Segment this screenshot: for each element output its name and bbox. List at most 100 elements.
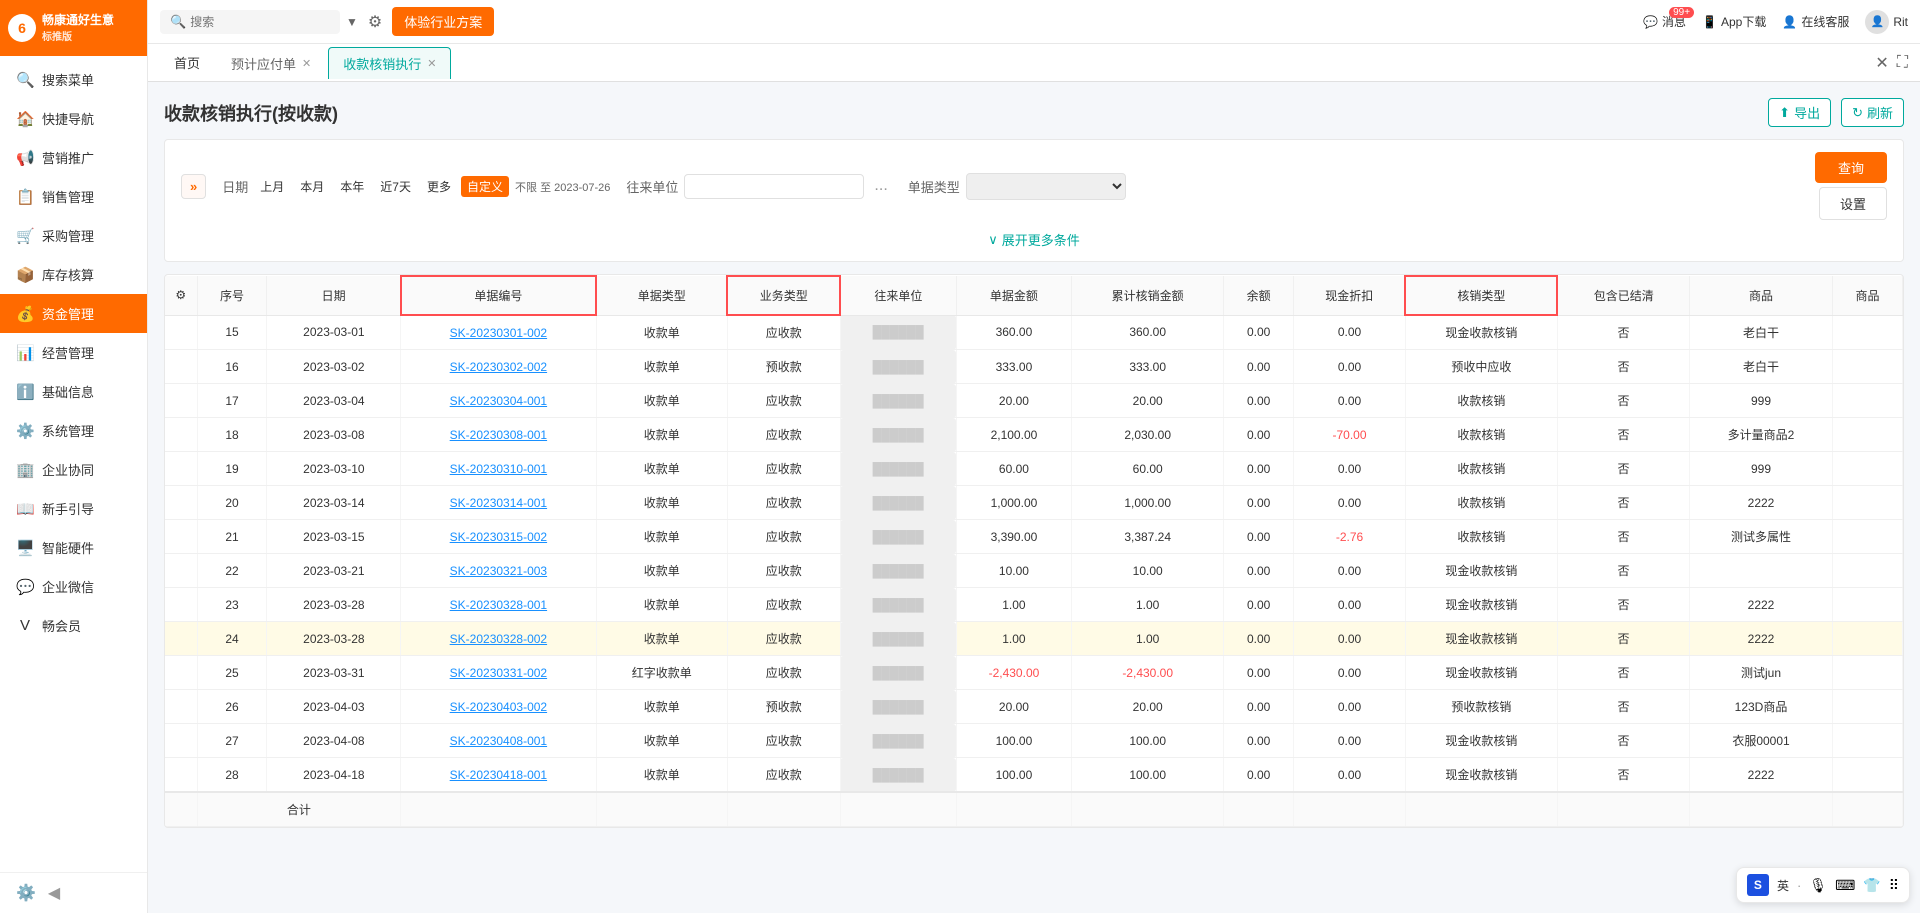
table-cell: 收款核销 xyxy=(1405,384,1557,418)
float-bar-dot: · xyxy=(1797,878,1801,893)
table-cell xyxy=(165,384,197,418)
col-header-settings[interactable]: ⚙ xyxy=(165,276,197,315)
tab-collection[interactable]: 收款核销执行 ✕ xyxy=(328,47,451,79)
table-cell: 收款单 xyxy=(596,315,727,350)
sidebar-item-basic[interactable]: ℹ️ 基础信息 xyxy=(0,372,147,411)
sidebar-item-hardware[interactable]: 🖥️ 智能硬件 xyxy=(0,528,147,567)
table-body: 152023-03-01SK-20230301-002收款单应收款██████3… xyxy=(165,315,1903,792)
table-cell[interactable]: SK-20230331-002 xyxy=(401,656,596,690)
table-cell: 0.00 xyxy=(1294,588,1406,622)
tab-prepayable[interactable]: 预计应付单 ✕ xyxy=(216,47,326,79)
sidebar-item-search[interactable]: 🔍 搜索菜单 xyxy=(0,60,147,99)
sidebar-item-guide[interactable]: 📖 新手引导 xyxy=(0,489,147,528)
table-cell: 衣服00001 xyxy=(1690,724,1833,758)
table-cell[interactable]: SK-20230403-002 xyxy=(401,690,596,724)
table-cell xyxy=(165,315,197,350)
table-cell[interactable]: SK-20230328-001 xyxy=(401,588,596,622)
filter-expand-left-btn[interactable]: » xyxy=(181,174,206,199)
table-cell: 0.00 xyxy=(1294,452,1406,486)
table-cell: 2023-03-28 xyxy=(267,622,401,656)
query-button[interactable]: 查询 xyxy=(1815,152,1887,183)
table-cell: 0.00 xyxy=(1224,384,1294,418)
table-cell[interactable]: SK-20230314-001 xyxy=(401,486,596,520)
filter-date-item: 日期 上月 本月 本年 近7天 更多 自定义 不限 至 2023-07-26 xyxy=(222,176,610,197)
sidebar-item-finance[interactable]: 💰 资金管理 xyxy=(0,294,147,333)
table-cell[interactable]: SK-20230418-001 xyxy=(401,758,596,793)
settings-bottom-icon[interactable]: ⚙️ xyxy=(16,883,36,903)
date-btn-more[interactable]: 更多 xyxy=(421,176,457,197)
table-cell[interactable]: SK-20230308-001 xyxy=(401,418,596,452)
sidebar-item-purchase[interactable]: 🛒 采购管理 xyxy=(0,216,147,255)
float-input-bar[interactable]: S 英 · 🎙 ⌨ 👕 ⠿ xyxy=(1736,867,1910,903)
date-btn-thismonth[interactable]: 本月 xyxy=(294,176,330,197)
footer-partner-cell xyxy=(840,792,956,827)
topbar-online-service[interactable]: 👤 在线客服 xyxy=(1782,13,1849,30)
partner-filter-input[interactable] xyxy=(684,174,864,199)
tab-fullscreen-icon[interactable]: ⛶ xyxy=(1897,54,1908,72)
date-btn-lastmonth[interactable]: 上月 xyxy=(254,176,290,197)
table-cell[interactable]: SK-20230310-001 xyxy=(401,452,596,486)
sidebar-item-operation[interactable]: 📊 经营管理 xyxy=(0,333,147,372)
table-row: 232023-03-28SK-20230328-001收款单应收款██████1… xyxy=(165,588,1903,622)
table-cell: 否 xyxy=(1557,588,1689,622)
float-bar-shirt-icon[interactable]: 👕 xyxy=(1863,877,1880,894)
table-cell: ██████ xyxy=(840,452,956,486)
filter-expand-btn[interactable]: ∨ 展开更多条件 xyxy=(181,224,1887,249)
user-avatar: 👤 xyxy=(1865,10,1889,34)
table-cell xyxy=(1832,486,1902,520)
topbar: 🔍 ▼ ⚙ 体验行业方案 💬 消息 99+ 📱 App下载 👤 在线客服 👤 xyxy=(148,0,1920,44)
table-cell: 2023-03-15 xyxy=(267,520,401,554)
table-cell[interactable]: SK-20230302-002 xyxy=(401,350,596,384)
setting-button[interactable]: 设置 xyxy=(1819,187,1887,220)
float-bar-grid-icon[interactable]: ⠿ xyxy=(1889,877,1899,894)
table-cell: 应收款 xyxy=(727,724,840,758)
sidebar-item-wechat[interactable]: 💬 企业微信 xyxy=(0,567,147,606)
table-settings-icon[interactable]: ⚙ xyxy=(175,288,186,302)
collapse-icon[interactable]: ◀ xyxy=(48,883,60,903)
table-cell xyxy=(1832,452,1902,486)
float-bar-keyboard-icon[interactable]: ⌨ xyxy=(1835,877,1855,894)
industry-solution-button[interactable]: 体验行业方案 xyxy=(392,7,494,36)
sidebar-item-marketing[interactable]: 📢 营销推广 xyxy=(0,138,147,177)
search-input[interactable] xyxy=(190,15,310,29)
tab-prepayable-close[interactable]: ✕ xyxy=(302,57,311,70)
table-cell[interactable]: SK-20230321-003 xyxy=(401,554,596,588)
sidebar-item-member[interactable]: V 畅会员 xyxy=(0,606,147,645)
table-cell: 2023-03-04 xyxy=(267,384,401,418)
topbar-gear-icon[interactable]: ⚙ xyxy=(364,8,386,36)
billtype-filter-select[interactable] xyxy=(966,173,1126,200)
purchase-icon: 🛒 xyxy=(16,227,34,245)
float-bar-mic-icon[interactable]: 🎙 xyxy=(1809,877,1827,894)
col-header-goods2: 商品 xyxy=(1832,276,1902,315)
col-header-total-nuke: 累计核销金额 xyxy=(1072,276,1224,315)
export-button[interactable]: ⬆ 导出 xyxy=(1768,98,1831,127)
table-cell[interactable]: SK-20230304-001 xyxy=(401,384,596,418)
sidebar-item-system[interactable]: ⚙️ 系统管理 xyxy=(0,411,147,450)
table-cell: 2023-03-01 xyxy=(267,315,401,350)
topbar-message[interactable]: 💬 消息 99+ xyxy=(1643,13,1686,30)
sidebar-item-inventory[interactable]: 📦 库存核算 xyxy=(0,255,147,294)
topbar-dropdown-arrow[interactable]: ▼ xyxy=(346,15,358,29)
table-cell[interactable]: SK-20230408-001 xyxy=(401,724,596,758)
table-cell: 收款单 xyxy=(596,452,727,486)
topbar-app-download[interactable]: 📱 App下载 xyxy=(1702,13,1766,30)
topbar-search-box[interactable]: 🔍 xyxy=(160,10,340,34)
table-cell: 100.00 xyxy=(956,724,1072,758)
sidebar-item-enterprise[interactable]: 🏢 企业协同 xyxy=(0,450,147,489)
table-cell: 红字收款单 xyxy=(596,656,727,690)
date-btn-7days[interactable]: 近7天 xyxy=(374,176,417,197)
date-btn-thisyear[interactable]: 本年 xyxy=(334,176,370,197)
table-cell[interactable]: SK-20230315-002 xyxy=(401,520,596,554)
sidebar-item-sales[interactable]: 📋 销售管理 xyxy=(0,177,147,216)
tab-collection-close[interactable]: ✕ xyxy=(427,57,436,70)
tab-home[interactable]: 首页 xyxy=(160,47,214,78)
refresh-button[interactable]: ↻ 刷新 xyxy=(1841,98,1904,127)
filter-date-buttons: 上月 本月 本年 近7天 更多 自定义 xyxy=(254,176,509,197)
table-cell[interactable]: SK-20230328-002 xyxy=(401,622,596,656)
tab-close-window-icon[interactable]: ✕ xyxy=(1875,53,1888,73)
date-btn-custom[interactable]: 自定义 xyxy=(461,176,509,197)
table-cell: 27 xyxy=(197,724,267,758)
table-cell[interactable]: SK-20230301-002 xyxy=(401,315,596,350)
sidebar-item-quicknav[interactable]: 🏠 快捷导航 xyxy=(0,99,147,138)
topbar-user[interactable]: 👤 Rit xyxy=(1865,10,1908,34)
